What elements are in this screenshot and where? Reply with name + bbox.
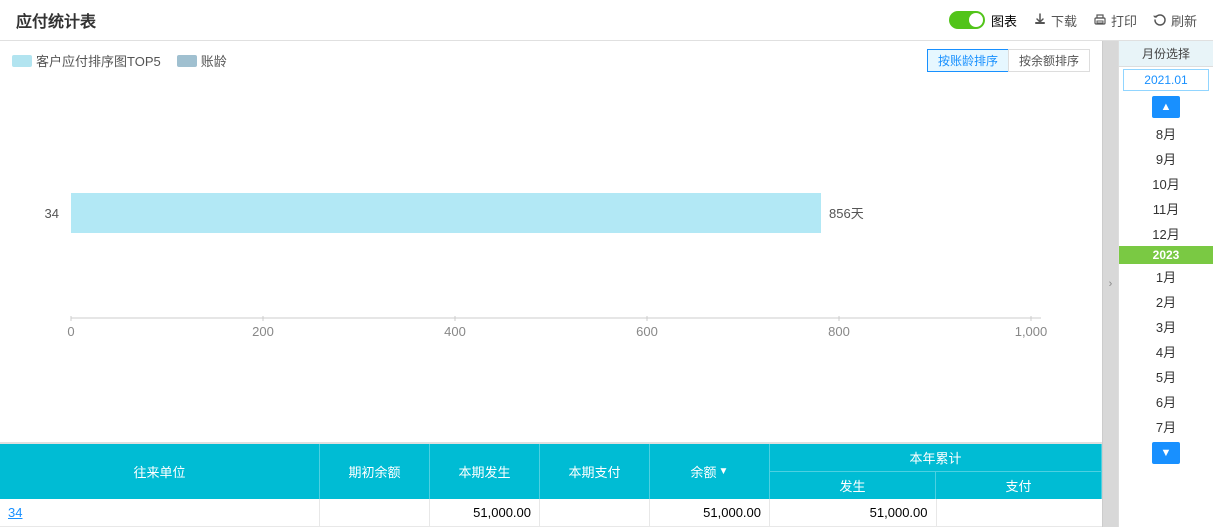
svg-text:800: 800 — [828, 324, 850, 339]
month-5[interactable]: 5月 — [1119, 364, 1213, 389]
month-8[interactable]: 8月 — [1119, 121, 1213, 146]
data-table: 往来单位 期初余额 本期发生 本期支付 余额 ▼ — [0, 442, 1102, 527]
svg-text:34: 34 — [45, 206, 59, 221]
bar-chart: 34 856天 — [0, 80, 1102, 434]
chart-svg: 34 856天 — [16, 88, 1086, 348]
cell-opening — [320, 499, 430, 526]
print-button[interactable]: 打印 — [1093, 11, 1137, 30]
col-current-occur-header: 本期发生 — [430, 444, 540, 499]
month-up-button[interactable]: ▲ — [1152, 96, 1180, 118]
month-list: ▲ 8月 9月 10月 11月 12月 2023 1月 2月 3月 4月 5月 … — [1119, 93, 1213, 467]
chart-toggle-wrap: 图表 — [949, 11, 1017, 30]
svg-text:600: 600 — [636, 324, 658, 339]
svg-text:400: 400 — [444, 324, 466, 339]
legend-color-1 — [12, 55, 32, 67]
page-title: 应付统计表 — [16, 8, 96, 32]
col-ytd-occur-header: 发生 — [770, 472, 936, 499]
month-down-button[interactable]: ▼ — [1152, 442, 1180, 464]
svg-text:856天: 856天 — [829, 206, 864, 221]
chart-toggle[interactable] — [949, 11, 985, 29]
col-ytd-header: 本年累计 — [770, 444, 1101, 472]
panel-header: 月份选择 — [1119, 41, 1213, 67]
download-button[interactable]: 下载 — [1033, 11, 1077, 30]
panel-date[interactable]: 2021.01 — [1123, 69, 1209, 91]
month-6[interactable]: 6月 — [1119, 389, 1213, 414]
col-incoming-header: 往来单位 — [0, 444, 320, 499]
legend-item-1: 客户应付排序图TOP5 — [12, 51, 161, 70]
svg-text:0: 0 — [67, 324, 74, 339]
unit-link[interactable]: 34 — [8, 505, 22, 520]
legend-label-1: 客户应付排序图TOP5 — [36, 51, 161, 70]
cell-ytd-occur: 51,000.00 — [770, 499, 937, 526]
sort-by-balance-button[interactable]: 按余额排序 — [1008, 49, 1090, 72]
month-panel: 月份选择 2021.01 ▲ 8月 9月 10月 11月 12月 2023 1月… — [1118, 41, 1213, 527]
refresh-button[interactable]: 刷新 — [1153, 11, 1197, 30]
download-label: 下载 — [1051, 11, 1077, 30]
sidebar-collapse-button[interactable]: › — [1102, 41, 1118, 527]
svg-text:1,000: 1,000 — [1015, 324, 1048, 339]
svg-text:200: 200 — [252, 324, 274, 339]
month-3[interactable]: 3月 — [1119, 314, 1213, 339]
year-2023-label: 2023 — [1119, 246, 1213, 264]
sort-by-amount-button[interactable]: 按账龄排序 — [927, 49, 1008, 72]
cell-current-occur: 51,000.00 — [430, 499, 540, 526]
print-label: 打印 — [1111, 11, 1137, 30]
print-icon — [1093, 13, 1107, 27]
cell-balance: 51,000.00 — [650, 499, 770, 526]
month-11[interactable]: 11月 — [1119, 196, 1213, 221]
legend-color-2 — [177, 55, 197, 67]
legend-label-2: 账龄 — [201, 51, 227, 70]
month-12[interactable]: 12月 — [1119, 221, 1213, 246]
month-7[interactable]: 7月 — [1119, 414, 1213, 439]
col-ytd-pay-header: 支付 — [936, 472, 1101, 499]
col-opening-header: 期初余额 — [320, 444, 430, 499]
month-9[interactable]: 9月 — [1119, 146, 1213, 171]
chart-toggle-label: 图表 — [991, 11, 1017, 30]
legend-item-2: 账龄 — [177, 51, 227, 70]
table-row: 34 51,000.00 51,000.00 — [0, 499, 1102, 527]
cell-unit: 34 — [0, 499, 320, 526]
cell-current-pay — [540, 499, 650, 526]
refresh-label: 刷新 — [1171, 11, 1197, 30]
month-4[interactable]: 4月 — [1119, 339, 1213, 364]
cell-ytd-pay — [937, 499, 1103, 526]
download-icon — [1033, 13, 1047, 27]
sidebar-collapse-icon: › — [1109, 278, 1113, 290]
month-2[interactable]: 2月 — [1119, 289, 1213, 314]
col-current-pay-header: 本期支付 — [540, 444, 650, 499]
col-balance-header: 余额 ▼ — [650, 444, 770, 499]
refresh-icon — [1153, 13, 1167, 27]
month-1[interactable]: 1月 — [1119, 264, 1213, 289]
month-10[interactable]: 10月 — [1119, 171, 1213, 196]
